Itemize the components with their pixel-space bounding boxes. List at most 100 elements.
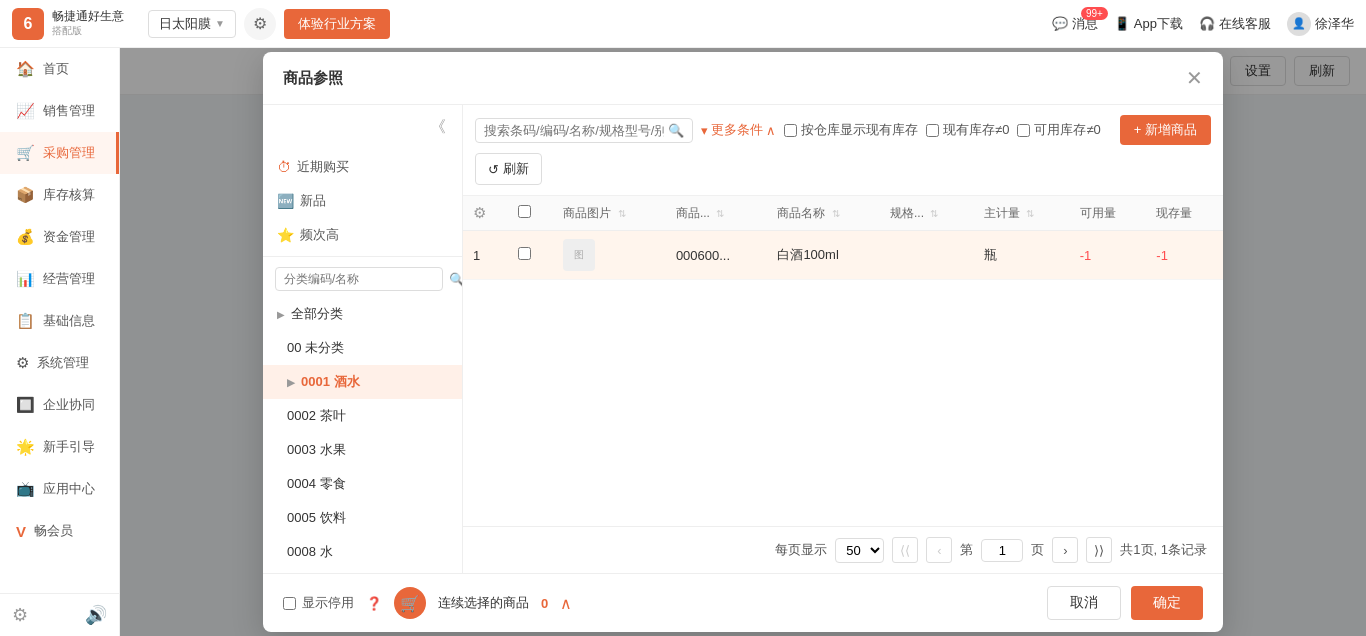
cat-item-all[interactable]: ▶ 全部分类 — [263, 297, 462, 331]
warehouse-stock-checkbox[interactable] — [784, 124, 797, 137]
cart-icon[interactable]: 🛒 — [394, 587, 426, 619]
message-icon: 💬 — [1052, 16, 1068, 31]
collapse-footer-icon[interactable]: ∧ — [560, 594, 572, 613]
col-spec[interactable]: 规格... ⇅ — [880, 196, 974, 231]
col-code[interactable]: 商品... ⇅ — [666, 196, 768, 231]
current-stock-checkbox[interactable] — [926, 124, 939, 137]
cat-item-tea[interactable]: 0002 茶叶 — [263, 399, 462, 433]
modal-left-header: 《 — [263, 105, 462, 150]
search-icon[interactable]: 🔍 — [449, 272, 463, 287]
refresh-icon: ↺ — [488, 162, 499, 177]
sidebar-item-finance[interactable]: 💰 资金管理 — [0, 216, 119, 258]
next-page-button[interactable]: › — [1052, 537, 1078, 563]
checkbox-current-stock[interactable]: 现有库存≠0 — [926, 121, 1009, 139]
table-row[interactable]: 1 图 000600... 白酒100ml 瓶 — [463, 231, 1223, 280]
category-search-input[interactable] — [275, 267, 443, 291]
table-settings-icon[interactable]: ⚙ — [473, 204, 486, 221]
confirm-button[interactable]: 确定 — [1131, 586, 1203, 620]
search-submit-icon[interactable]: 🔍 — [668, 123, 684, 138]
product-table: ⚙ 商品图片 ⇅ 商品... ⇅ — [463, 196, 1223, 280]
sidebar-item-system[interactable]: ⚙ 系统管理 — [0, 342, 119, 384]
guide-icon: 🌟 — [16, 438, 35, 456]
inventory-icon: 📦 — [16, 186, 35, 204]
page-size-select[interactable]: 50 — [835, 538, 884, 563]
expand-arrow-icon: ▶ — [277, 309, 285, 320]
last-page-button[interactable]: ⟩⟩ — [1086, 537, 1112, 563]
checkbox-available-stock[interactable]: 可用库存≠0 — [1017, 121, 1100, 139]
main-layout: 🏠 首页 📈 销售管理 🛒 采购管理 📦 库存核算 💰 资金管理 📊 经营管理 … — [0, 48, 1366, 636]
content-area: 查询 设置 刷新 商品参照 ✕ 《 — [120, 48, 1366, 636]
mobile-icon: 📱 — [1114, 16, 1130, 31]
cat-item-fruit[interactable]: 0003 水果 — [263, 433, 462, 467]
top-right: 💬 消息 99+ 📱 App下载 🎧 在线客服 👤 徐泽华 — [1052, 12, 1354, 36]
nav-selector[interactable]: 日太阳膜 ▼ — [148, 10, 236, 38]
cat-item-alcohol[interactable]: ▶ 0001 酒水 — [263, 365, 462, 399]
sidebar-item-app-center[interactable]: 📺 应用中心 — [0, 468, 119, 510]
cat-item-snacks[interactable]: 0004 零食 — [263, 467, 462, 501]
checkbox-warehouse-stock[interactable]: 按仓库显示现有库存 — [784, 121, 918, 139]
product-reference-modal: 商品参照 ✕ 《 ⏱ 近期购买 — [263, 52, 1223, 632]
filter-button[interactable]: ▾ 更多条件 ∧ — [701, 121, 776, 139]
sidebar-item-operations[interactable]: 📊 经营管理 — [0, 258, 119, 300]
col-unit[interactable]: 主计量 ⇅ — [974, 196, 1070, 231]
user-profile[interactable]: 👤 徐泽华 — [1287, 12, 1354, 36]
quick-item-recent[interactable]: ⏱ 近期购买 — [263, 150, 462, 184]
select-all-checkbox[interactable] — [518, 205, 531, 218]
cancel-button[interactable]: 取消 — [1047, 586, 1121, 620]
modal-left-panel: 《 ⏱ 近期购买 🆕 新品 ⭐ 频次高 — [263, 105, 463, 573]
headset-icon: 🎧 — [1199, 16, 1215, 31]
system-icon: ⚙ — [16, 354, 29, 372]
page-label: 第 — [960, 541, 973, 559]
col-checkbox[interactable] — [508, 196, 553, 231]
settings-icon[interactable]: ⚙ — [244, 8, 276, 40]
sort-unit-icon: ⇅ — [1026, 208, 1034, 219]
page-label-end: 页 — [1031, 541, 1044, 559]
sidebar-item-inventory[interactable]: 📦 库存核算 — [0, 174, 119, 216]
sidebar-item-enterprise[interactable]: 🔲 企业协同 — [0, 384, 119, 426]
col-name[interactable]: 商品名称 ⇅ — [767, 196, 880, 231]
add-product-button[interactable]: + 新增商品 — [1120, 115, 1211, 145]
col-stock[interactable]: 现存量 — [1146, 196, 1223, 231]
app-download-button[interactable]: 📱 App下载 — [1114, 15, 1183, 33]
sidebar-item-sales[interactable]: 📈 销售管理 — [0, 90, 119, 132]
prev-page-button[interactable]: ‹ — [926, 537, 952, 563]
sort-code-icon: ⇅ — [716, 208, 724, 219]
sidebar-item-member[interactable]: V 畅会员 — [0, 510, 119, 552]
show-disabled-checkbox[interactable] — [283, 597, 296, 610]
col-available[interactable]: 可用量 — [1070, 196, 1147, 231]
modal-title: 商品参照 — [283, 69, 343, 88]
cat-item-drinks[interactable]: 0005 饮料 — [263, 501, 462, 535]
sidebar-settings-icon[interactable]: ⚙ — [12, 604, 28, 626]
row-checkbox[interactable] — [518, 247, 531, 260]
col-settings[interactable]: ⚙ — [463, 196, 508, 231]
modal-close-button[interactable]: ✕ — [1186, 66, 1203, 90]
message-button[interactable]: 💬 消息 99+ — [1052, 15, 1098, 33]
product-thumbnail: 图 — [563, 239, 595, 271]
cat-item-uncategorized[interactable]: 00 未分类 — [263, 331, 462, 365]
table-header: ⚙ 商品图片 ⇅ 商品... ⇅ — [463, 196, 1223, 231]
show-disabled-label[interactable]: 显示停用 — [283, 594, 354, 612]
sidebar-volume-icon[interactable]: 🔊 — [85, 604, 107, 626]
sidebar-item-purchase[interactable]: 🛒 采购管理 — [0, 132, 119, 174]
cell-image: 图 — [553, 231, 666, 280]
shopping-cart-icon: 🛒 — [400, 594, 420, 613]
help-icon[interactable]: ❓ — [366, 596, 382, 611]
logo-text: 畅捷通好生意 — [52, 9, 124, 25]
quick-item-new[interactable]: 🆕 新品 — [263, 184, 462, 218]
cell-checkbox[interactable] — [508, 231, 553, 280]
trial-button[interactable]: 体验行业方案 — [284, 9, 390, 39]
first-page-button[interactable]: ⟨⟨ — [892, 537, 918, 563]
quick-item-frequent[interactable]: ⭐ 频次高 — [263, 218, 462, 252]
available-stock-checkbox[interactable] — [1017, 124, 1030, 137]
sidebar-item-guide[interactable]: 🌟 新手引导 — [0, 426, 119, 468]
sidebar-item-basic-info[interactable]: 📋 基础信息 — [0, 300, 119, 342]
product-search-input[interactable] — [484, 123, 664, 138]
sidebar-item-home[interactable]: 🏠 首页 — [0, 48, 119, 90]
active-arrow-icon: ▶ — [287, 377, 295, 388]
refresh-button[interactable]: ↺ 刷新 — [475, 153, 542, 185]
col-image: 商品图片 ⇅ — [553, 196, 666, 231]
cat-item-water[interactable]: 0008 水 — [263, 535, 462, 569]
online-service-button[interactable]: 🎧 在线客服 — [1199, 15, 1271, 33]
page-number-input[interactable] — [981, 539, 1023, 562]
collapse-left-panel-button[interactable]: 《 — [426, 113, 450, 142]
